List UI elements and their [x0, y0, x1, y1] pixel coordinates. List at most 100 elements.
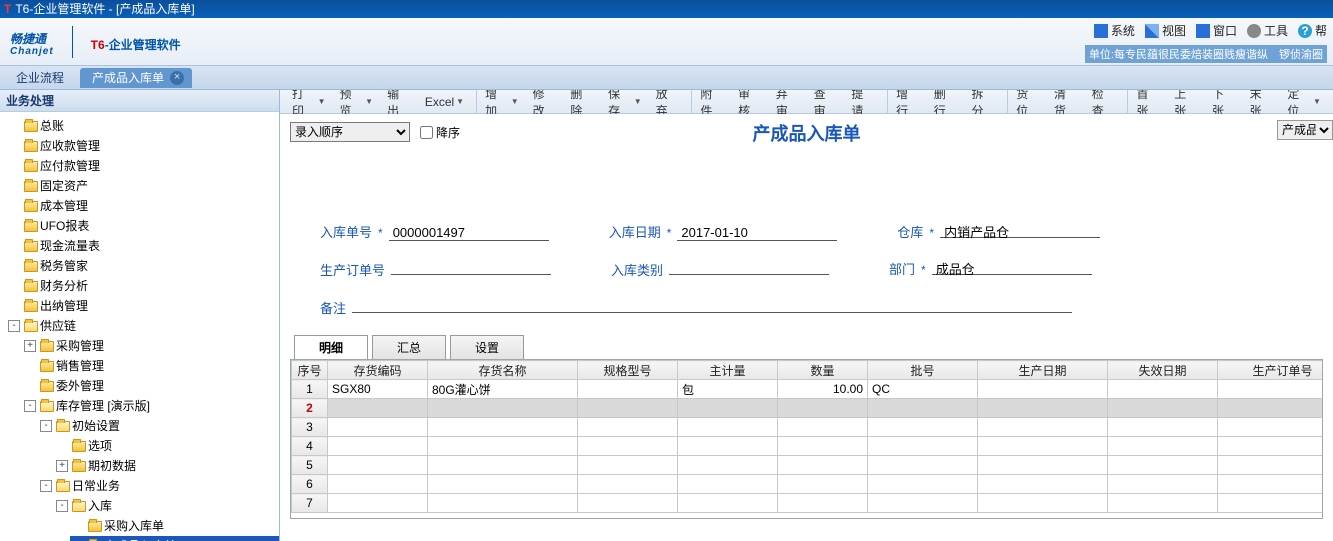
- cell-seq[interactable]: 5: [292, 456, 328, 475]
- cell-name[interactable]: [428, 475, 578, 494]
- cell-pdate[interactable]: [978, 475, 1108, 494]
- cell-unit[interactable]: 包: [678, 380, 778, 399]
- cell-qty[interactable]: [778, 399, 868, 418]
- col-code[interactable]: 存货编码: [328, 361, 428, 380]
- cell-unit[interactable]: [678, 399, 778, 418]
- cell-spec[interactable]: [578, 437, 678, 456]
- cell-batch[interactable]: [868, 399, 978, 418]
- table-row[interactable]: 2: [292, 399, 1324, 418]
- cell-name[interactable]: [428, 437, 578, 456]
- input-warehouse[interactable]: 内销产品仓: [940, 222, 1100, 238]
- tree-cost[interactable]: 成本管理: [6, 196, 279, 216]
- collapse-icon[interactable]: -: [8, 320, 20, 332]
- col-edate[interactable]: 失效日期: [1108, 361, 1218, 380]
- cell-batch[interactable]: [868, 418, 978, 437]
- cell-code[interactable]: SGX80: [328, 380, 428, 399]
- cell-unit[interactable]: [678, 494, 778, 513]
- cell-edate[interactable]: [1108, 399, 1218, 418]
- cell-qty[interactable]: [778, 494, 868, 513]
- cell-edate[interactable]: [1108, 494, 1218, 513]
- cell-batch[interactable]: [868, 456, 978, 475]
- tree-tax[interactable]: 税务管家: [6, 256, 279, 276]
- cell-edate[interactable]: [1108, 456, 1218, 475]
- cell-seq[interactable]: 1: [292, 380, 328, 399]
- tab-summary[interactable]: 汇总: [372, 335, 446, 359]
- cell-qty[interactable]: [778, 475, 868, 494]
- cell-name[interactable]: 80G灌心饼: [428, 380, 578, 399]
- tree-sales[interactable]: 销售管理: [22, 356, 279, 376]
- cell-unit[interactable]: [678, 437, 778, 456]
- cell-orderno[interactable]: [1218, 456, 1324, 475]
- collapse-icon[interactable]: -: [40, 420, 52, 432]
- col-qty[interactable]: 数量: [778, 361, 868, 380]
- cell-unit[interactable]: [678, 418, 778, 437]
- tree-options[interactable]: 选项: [54, 436, 279, 456]
- tree-ar[interactable]: 应收款管理: [6, 136, 279, 156]
- input-doc-no[interactable]: 0000001497: [389, 225, 549, 241]
- col-seq[interactable]: 序号: [292, 361, 328, 380]
- tree-ufo[interactable]: UFO报表: [6, 216, 279, 236]
- input-memo[interactable]: [352, 297, 1072, 313]
- col-unit[interactable]: 主计量: [678, 361, 778, 380]
- cell-orderno[interactable]: [1218, 380, 1324, 399]
- cell-name[interactable]: [428, 399, 578, 418]
- col-name[interactable]: 存货名称: [428, 361, 578, 380]
- close-icon[interactable]: ×: [170, 71, 184, 85]
- expand-icon[interactable]: +: [56, 460, 68, 472]
- collapse-icon[interactable]: -: [24, 400, 36, 412]
- cell-pdate[interactable]: [978, 418, 1108, 437]
- cell-unit[interactable]: [678, 475, 778, 494]
- tree-in[interactable]: -入库: [54, 496, 279, 516]
- doc-type-select[interactable]: 产成品入库: [1277, 120, 1333, 140]
- tab-enterprise-flow[interactable]: 企业流程: [0, 66, 80, 90]
- menu-tools[interactable]: 工具: [1247, 22, 1288, 39]
- expand-icon[interactable]: +: [24, 340, 36, 352]
- tree-fin[interactable]: 财务分析: [6, 276, 279, 296]
- cell-pdate[interactable]: [978, 456, 1108, 475]
- tree-purin[interactable]: 采购入库单: [70, 516, 279, 536]
- cell-code[interactable]: [328, 456, 428, 475]
- cell-name[interactable]: [428, 418, 578, 437]
- cell-spec[interactable]: [578, 418, 678, 437]
- cell-seq[interactable]: 7: [292, 494, 328, 513]
- cell-orderno[interactable]: [1218, 418, 1324, 437]
- tab-settings[interactable]: 设置: [450, 335, 524, 359]
- cell-qty[interactable]: 10.00: [778, 380, 868, 399]
- table-row[interactable]: 6: [292, 475, 1324, 494]
- tree-initdata[interactable]: +期初数据: [54, 456, 279, 476]
- cell-spec[interactable]: [578, 494, 678, 513]
- menu-help[interactable]: ?帮: [1298, 22, 1327, 39]
- cell-batch[interactable]: [868, 437, 978, 456]
- sort-select[interactable]: 录入顺序: [290, 122, 410, 142]
- cell-seq[interactable]: 4: [292, 437, 328, 456]
- tree-ap[interactable]: 应付款管理: [6, 156, 279, 176]
- cell-spec[interactable]: [578, 399, 678, 418]
- table-row[interactable]: 5: [292, 456, 1324, 475]
- cell-spec[interactable]: [578, 380, 678, 399]
- table-row[interactable]: 1SGX8080G灌心饼 包10.00QC: [292, 380, 1324, 399]
- cell-code[interactable]: [328, 475, 428, 494]
- cell-pdate[interactable]: [978, 437, 1108, 456]
- tree-daily[interactable]: -日常业务: [38, 476, 279, 496]
- cell-batch[interactable]: QC: [868, 380, 978, 399]
- tb-excel[interactable]: Excel▼: [419, 95, 470, 109]
- menu-system[interactable]: 系统: [1094, 22, 1135, 39]
- cell-unit[interactable]: [678, 456, 778, 475]
- tree-outsource[interactable]: 委外管理: [22, 376, 279, 396]
- cell-batch[interactable]: [868, 475, 978, 494]
- cell-orderno[interactable]: [1218, 494, 1324, 513]
- input-dept[interactable]: 成品仓: [932, 259, 1092, 275]
- collapse-icon[interactable]: -: [40, 480, 52, 492]
- cell-seq[interactable]: 6: [292, 475, 328, 494]
- cell-orderno[interactable]: [1218, 399, 1324, 418]
- table-row[interactable]: 7: [292, 494, 1324, 513]
- detail-grid[interactable]: 序号 存货编码 存货名称 规格型号 主计量 数量 批号 生产日期 失效日期 生产…: [291, 360, 1323, 513]
- collapse-icon[interactable]: -: [56, 500, 68, 512]
- desc-checkbox[interactable]: [420, 126, 433, 139]
- cell-qty[interactable]: [778, 418, 868, 437]
- cell-spec[interactable]: [578, 475, 678, 494]
- tree-fa[interactable]: 固定资产: [6, 176, 279, 196]
- tree-inventory[interactable]: -库存管理 [演示版]: [22, 396, 279, 416]
- tree-prodin[interactable]: 产成品入库单: [70, 536, 279, 541]
- col-batch[interactable]: 批号: [868, 361, 978, 380]
